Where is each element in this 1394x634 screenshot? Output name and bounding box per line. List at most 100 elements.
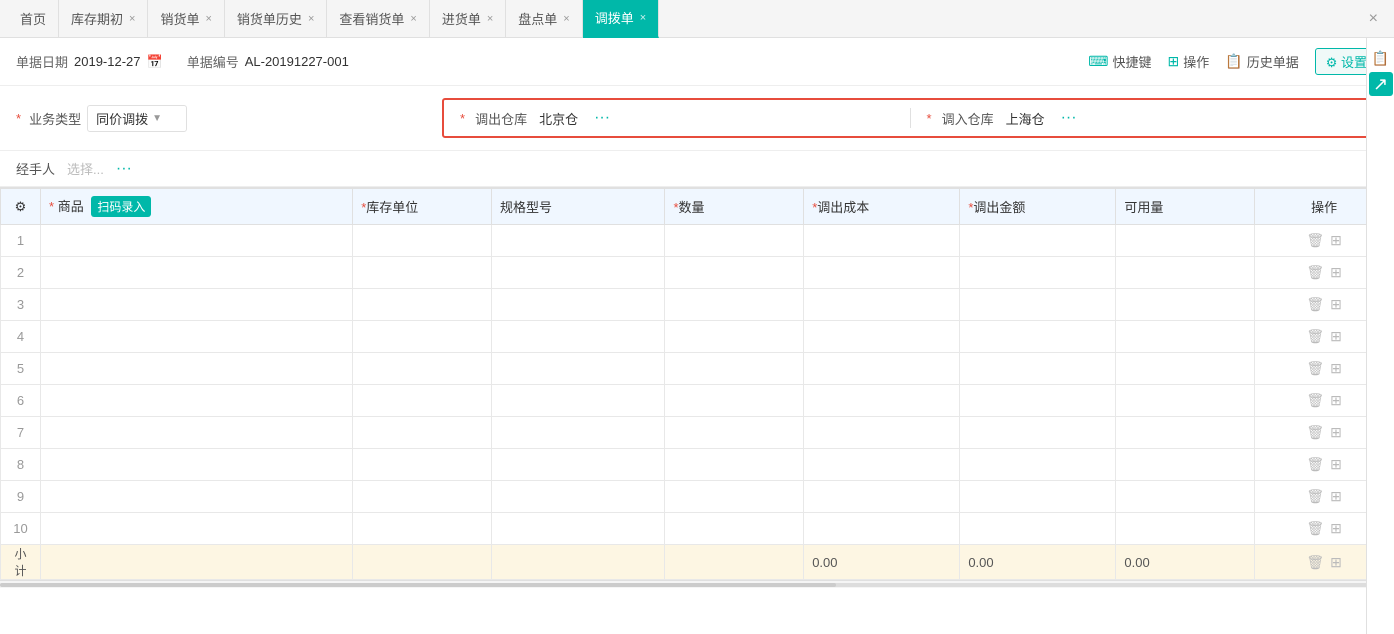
product-cell[interactable] — [41, 513, 353, 545]
row-copy-icon[interactable]: ⊞ — [1330, 488, 1342, 505]
scroll-thumb[interactable] — [0, 583, 836, 587]
row-number-cell: 4 — [1, 321, 41, 353]
warehouse-divider — [910, 108, 911, 128]
product-cell[interactable] — [41, 225, 353, 257]
qty-cell[interactable] — [665, 225, 804, 257]
row-copy-icon[interactable]: ⊞ — [1330, 392, 1342, 409]
product-cell[interactable] — [41, 417, 353, 449]
row-copy-icon[interactable]: ⊞ — [1330, 296, 1342, 313]
spec-cell — [491, 225, 664, 257]
product-cell[interactable] — [41, 289, 353, 321]
amount-cell — [960, 481, 1116, 513]
tab-close-stocktake[interactable]: × — [563, 13, 569, 25]
product-cell[interactable] — [41, 321, 353, 353]
scroll-bar-area[interactable] — [0, 580, 1394, 588]
row-delete-icon[interactable]: 🗑 — [1306, 232, 1324, 249]
cost-cell — [804, 417, 960, 449]
available-cell — [1116, 417, 1255, 449]
product-cell[interactable] — [41, 481, 353, 513]
row-delete-icon[interactable]: 🗑 — [1306, 264, 1324, 281]
row-delete-icon[interactable]: 🗑 — [1306, 392, 1324, 409]
transfer-in-more-icon[interactable]: ··· — [1061, 109, 1077, 127]
row-delete-icon[interactable]: 🗑 — [1306, 296, 1324, 313]
row-delete-icon[interactable]: 🗑 — [1306, 424, 1324, 441]
row-copy-icon[interactable]: ⊞ — [1330, 554, 1342, 571]
spec-cell — [491, 353, 664, 385]
person-select[interactable]: 选择... — [67, 159, 104, 178]
unit-cell — [353, 481, 492, 513]
qty-cell[interactable] — [665, 353, 804, 385]
row-delete-icon[interactable]: 🗑 — [1306, 554, 1324, 571]
row-copy-icon[interactable]: ⊞ — [1330, 520, 1342, 537]
qty-column-header: *数量 — [665, 189, 804, 225]
tab-sales-order[interactable]: 销货单 × — [148, 0, 224, 38]
sidebar-expand-icon[interactable]: ↗ — [1369, 72, 1393, 96]
tab-close-transfer[interactable]: × — [640, 12, 646, 24]
row-delete-icon[interactable]: 🗑 — [1306, 328, 1324, 345]
transfer-in-group: * 调入仓库 上海仓 ··· — [927, 109, 1361, 128]
tab-stocktake[interactable]: 盘点单 × — [506, 0, 582, 38]
window-close-icon[interactable]: × — [1365, 6, 1382, 32]
tab-view-sales[interactable]: 查看销货单 × — [327, 0, 429, 38]
qty-cell[interactable] — [665, 481, 804, 513]
tab-sales-history[interactable]: 销货单历史 × — [225, 0, 327, 38]
sidebar-note-icon[interactable]: 📋 — [1369, 46, 1393, 70]
tab-purchase[interactable]: 进货单 × — [430, 0, 506, 38]
amount-cell — [960, 449, 1116, 481]
person-field: 经手人 选择... ··· — [16, 159, 132, 178]
shortcuts-action[interactable]: ⌨ 快捷键 — [1088, 52, 1151, 71]
form-row1: * 业务类型 同价调拨 ▼ * 调出仓库 北京仓 ··· * 调入仓库 — [0, 86, 1394, 151]
row-copy-icon[interactable]: ⊞ — [1330, 456, 1342, 473]
gear-column-header[interactable]: ⚙ — [1, 189, 41, 225]
qty-cell[interactable] — [665, 417, 804, 449]
row-copy-icon[interactable]: ⊞ — [1330, 360, 1342, 377]
table-row: 6 🗑 ⊞ — [1, 385, 1394, 417]
row-delete-icon[interactable]: 🗑 — [1306, 456, 1324, 473]
row-delete-icon[interactable]: 🗑 — [1306, 520, 1324, 537]
qty-cell[interactable] — [665, 257, 804, 289]
tab-close-sales-history[interactable]: × — [308, 13, 314, 25]
tab-transfer[interactable]: 调拨单 × — [583, 0, 659, 38]
available-cell — [1116, 321, 1255, 353]
cost-column-header: *调出成本 — [804, 189, 960, 225]
row-copy-icon[interactable]: ⊞ — [1330, 264, 1342, 281]
tab-close-purchase[interactable]: × — [487, 13, 493, 25]
tab-home[interactable]: 首页 — [8, 0, 59, 38]
product-cell[interactable] — [41, 449, 353, 481]
transfer-in-value: 上海仓 — [1006, 109, 1045, 128]
product-cell[interactable] — [41, 257, 353, 289]
qty-cell[interactable] — [665, 513, 804, 545]
row-delete-icon[interactable]: 🗑 — [1306, 488, 1324, 505]
operations-action[interactable]: ⊞ 操作 — [1168, 52, 1210, 71]
product-column-header: * 商品 扫码录入 — [41, 189, 353, 225]
unit-column-header: *库存单位 — [353, 189, 492, 225]
available-cell — [1116, 353, 1255, 385]
row-delete-icon[interactable]: 🗑 — [1306, 360, 1324, 377]
cost-cell — [804, 481, 960, 513]
row-number-cell: 1 — [1, 225, 41, 257]
unit-cell — [353, 353, 492, 385]
tab-close-stock-init[interactable]: × — [129, 13, 135, 25]
product-cell[interactable] — [41, 353, 353, 385]
person-more-icon[interactable]: ··· — [116, 160, 132, 178]
calendar-icon[interactable]: 📅 — [147, 54, 163, 70]
tab-close-sales-order[interactable]: × — [205, 13, 211, 25]
qty-cell[interactable] — [665, 289, 804, 321]
row-copy-icon[interactable]: ⊞ — [1330, 328, 1342, 345]
amount-cell — [960, 257, 1116, 289]
scan-entry-button[interactable]: 扫码录入 — [91, 196, 151, 217]
cost-cell — [804, 321, 960, 353]
tab-stock-init[interactable]: 库存期初 × — [59, 0, 148, 38]
history-action[interactable]: 📋 历史单据 — [1225, 52, 1298, 71]
row-copy-icon[interactable]: ⊞ — [1330, 232, 1342, 249]
qty-cell[interactable] — [665, 449, 804, 481]
transfer-out-more-icon[interactable]: ··· — [594, 109, 610, 127]
product-cell[interactable] — [41, 385, 353, 417]
qty-cell[interactable] — [665, 321, 804, 353]
qty-cell[interactable] — [665, 385, 804, 417]
table-row: 10 🗑 ⊞ — [1, 513, 1394, 545]
tab-close-view-sales[interactable]: × — [410, 13, 416, 25]
business-type-dropdown[interactable]: 同价调拨 ▼ — [87, 105, 187, 132]
row-copy-icon[interactable]: ⊞ — [1330, 424, 1342, 441]
subtotal-available-cell: 0.00 — [1116, 545, 1255, 580]
